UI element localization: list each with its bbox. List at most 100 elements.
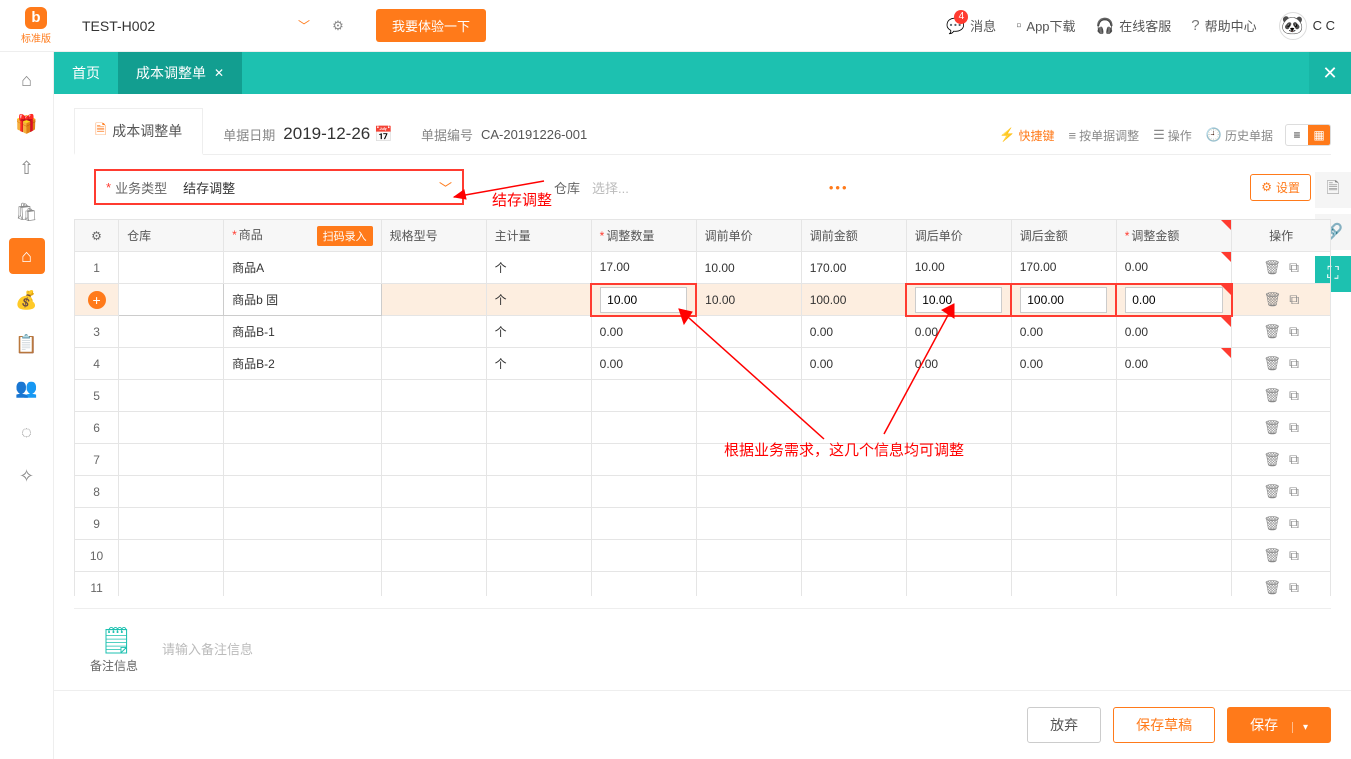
delete-row-button[interactable]: 🗑	[1263, 547, 1281, 563]
ops-icon: ☰	[1153, 127, 1165, 143]
remark-input[interactable]	[162, 642, 1315, 657]
col-pre-price: 调前单价	[696, 220, 801, 252]
view-grid[interactable]: ▦	[1308, 125, 1330, 145]
chevron-down-icon[interactable]: ▾	[1292, 722, 1308, 733]
table-row[interactable]: 3商品B-1个0.000.000.000.000.00🗑⧉	[75, 316, 1331, 348]
table-row[interactable]: 5🗑⧉	[75, 380, 1331, 412]
messages-link[interactable]: 💬 消息 4	[946, 16, 996, 35]
left-nav: ⌂ 🎁 ⇧ 🛍 ⌂ 💰 📋 👥 ◌ ✧	[0, 52, 54, 759]
add-row-button[interactable]: +	[88, 291, 106, 309]
doc-title-tab[interactable]: 🗎 成本调整单	[74, 108, 203, 155]
copy-row-button[interactable]: ⧉	[1289, 323, 1299, 339]
nav-inventory[interactable]: ⌂	[9, 238, 45, 274]
gear-icon: ⚙	[1261, 180, 1272, 194]
org-name: TEST-H002	[82, 18, 155, 34]
post-price-input[interactable]	[915, 287, 1002, 313]
brand-logo: b 标准版	[16, 7, 56, 45]
save-button[interactable]: 保存 ▾	[1227, 707, 1331, 743]
col-warehouse: 仓库	[119, 220, 224, 252]
delete-row-button[interactable]: 🗑	[1263, 323, 1281, 339]
more-filters-button[interactable]: •••	[829, 180, 849, 195]
delete-row-button[interactable]: 🗑	[1263, 355, 1281, 371]
chevron-down-icon: ﹀	[439, 178, 452, 197]
phone-icon: ▫	[1016, 17, 1021, 34]
copy-row-button[interactable]: ⧉	[1289, 515, 1299, 531]
warehouse-select[interactable]: 仓库 选择...	[554, 178, 629, 197]
org-selector[interactable]: TEST-H002 ﹀	[76, 11, 316, 41]
adjust-by-doc-button[interactable]: ≡按单据调整	[1069, 127, 1140, 144]
copy-row-button[interactable]: ⧉	[1289, 387, 1299, 403]
bolt-icon: ⚡	[999, 127, 1015, 143]
copy-row-button[interactable]: ⧉	[1289, 547, 1299, 563]
gear-icon: ⚙	[332, 18, 344, 34]
col-pre-amount: 调前金额	[801, 220, 906, 252]
qty-input[interactable]	[600, 287, 687, 313]
view-list[interactable]: ≡	[1286, 125, 1308, 145]
copy-row-button[interactable]: ⧉	[1289, 291, 1299, 307]
copy-row-button[interactable]: ⧉	[1289, 355, 1299, 371]
copy-row-button[interactable]: ⧉	[1289, 419, 1299, 435]
app-download-link[interactable]: ▫ App下载	[1016, 16, 1075, 35]
copy-row-button[interactable]: ⧉	[1289, 451, 1299, 467]
doc-date[interactable]: 2019-12-26	[283, 124, 370, 144]
abort-button[interactable]: 放弃	[1027, 707, 1101, 743]
table-row[interactable]: 10🗑⧉	[75, 540, 1331, 572]
col-settings[interactable]: ⚙	[75, 220, 119, 252]
table-row[interactable]: 7🗑⧉	[75, 444, 1331, 476]
nav-gift[interactable]: 🎁	[9, 106, 45, 142]
try-button[interactable]: 我要体验一下	[376, 9, 486, 42]
online-service-link[interactable]: 🎧 在线客服	[1096, 16, 1172, 35]
tab-home[interactable]: 首页	[54, 52, 118, 94]
nav-home[interactable]: ⌂	[9, 62, 45, 98]
avatar[interactable]: 🐼	[1279, 12, 1307, 40]
delete-row-button[interactable]: 🗑	[1263, 451, 1281, 467]
table-row[interactable]: 9🗑⧉	[75, 508, 1331, 540]
delete-row-button[interactable]: 🗑	[1263, 387, 1281, 403]
table-row[interactable]: +商品b 固个10.00100.00🗑⧉	[75, 284, 1331, 316]
annotation-text-1: 结存调整	[492, 189, 552, 210]
question-icon: ?	[1191, 17, 1199, 34]
shortcut-key-button[interactable]: ⚡快捷键	[999, 127, 1054, 144]
view-toggle: ≡ ▦	[1285, 124, 1331, 146]
doc-actions: ⚡快捷键 ≡按单据调整 ☰操作 🕘历史单据 ≡ ▦	[985, 124, 1331, 154]
table-row[interactable]: 1商品A个17.0010.00170.0010.00170.000.00🗑⧉	[75, 252, 1331, 284]
delete-row-button[interactable]: 🗑	[1263, 419, 1281, 435]
delete-row-button[interactable]: 🗑	[1263, 515, 1281, 531]
close-icon[interactable]: ✕	[214, 66, 224, 80]
nav-clipboard[interactable]: 📋	[9, 326, 45, 362]
operations-button[interactable]: ☰操作	[1153, 127, 1192, 144]
table-wrapper: ⚙ 仓库 *商品扫码录入 规格型号 主计量 *调整数量 调前单价 调前金额 调后…	[54, 219, 1351, 596]
nav-refresh[interactable]: ◌	[9, 414, 45, 450]
nav-new[interactable]: ✧	[9, 458, 45, 494]
table-row[interactable]: 4商品B-2个0.000.000.000.000.00🗑⧉	[75, 348, 1331, 380]
copy-row-button[interactable]: ⧉	[1289, 483, 1299, 499]
copy-row-button[interactable]: ⧉	[1289, 259, 1299, 275]
tabs-close-all[interactable]: ✕	[1309, 52, 1351, 94]
adj-amount-input[interactable]	[1125, 287, 1223, 313]
calendar-icon[interactable]: 📅	[374, 125, 393, 143]
scan-input-button[interactable]: 扫码录入	[317, 226, 373, 246]
delete-row-button[interactable]: 🗑	[1263, 259, 1281, 275]
nav-bag[interactable]: 🛍	[9, 194, 45, 230]
col-qty: *调整数量	[591, 220, 696, 252]
history-button[interactable]: 🕘历史单据	[1206, 127, 1273, 144]
nav-contacts[interactable]: 👥	[9, 370, 45, 406]
nav-money[interactable]: 💰	[9, 282, 45, 318]
tab-cost-adjust[interactable]: 成本调整单 ✕	[118, 52, 242, 94]
table-row[interactable]: 11🗑⧉	[75, 572, 1331, 597]
save-draft-button[interactable]: 保存草稿	[1113, 707, 1215, 743]
nav-upload[interactable]: ⇧	[9, 150, 45, 186]
help-center-link[interactable]: ? 帮助中心	[1191, 16, 1256, 35]
copy-row-button[interactable]: ⧉	[1289, 579, 1299, 595]
table-row[interactable]: 6🗑⧉	[75, 412, 1331, 444]
table-header-row: ⚙ 仓库 *商品扫码录入 规格型号 主计量 *调整数量 调前单价 调前金额 调后…	[75, 220, 1331, 252]
settings-button[interactable]: ⚙ 设置	[1250, 174, 1311, 201]
delete-row-button[interactable]: 🗑	[1263, 483, 1281, 499]
delete-row-button[interactable]: 🗑	[1263, 579, 1281, 595]
business-type-select[interactable]: * 业务类型 结存调整 ﹀	[94, 169, 464, 205]
post-amount-input[interactable]	[1020, 287, 1107, 313]
user-name: C C	[1313, 18, 1335, 33]
table-row[interactable]: 8🗑⧉	[75, 476, 1331, 508]
org-settings-button[interactable]: ⚙	[324, 12, 352, 40]
delete-row-button[interactable]: 🗑	[1263, 291, 1281, 307]
